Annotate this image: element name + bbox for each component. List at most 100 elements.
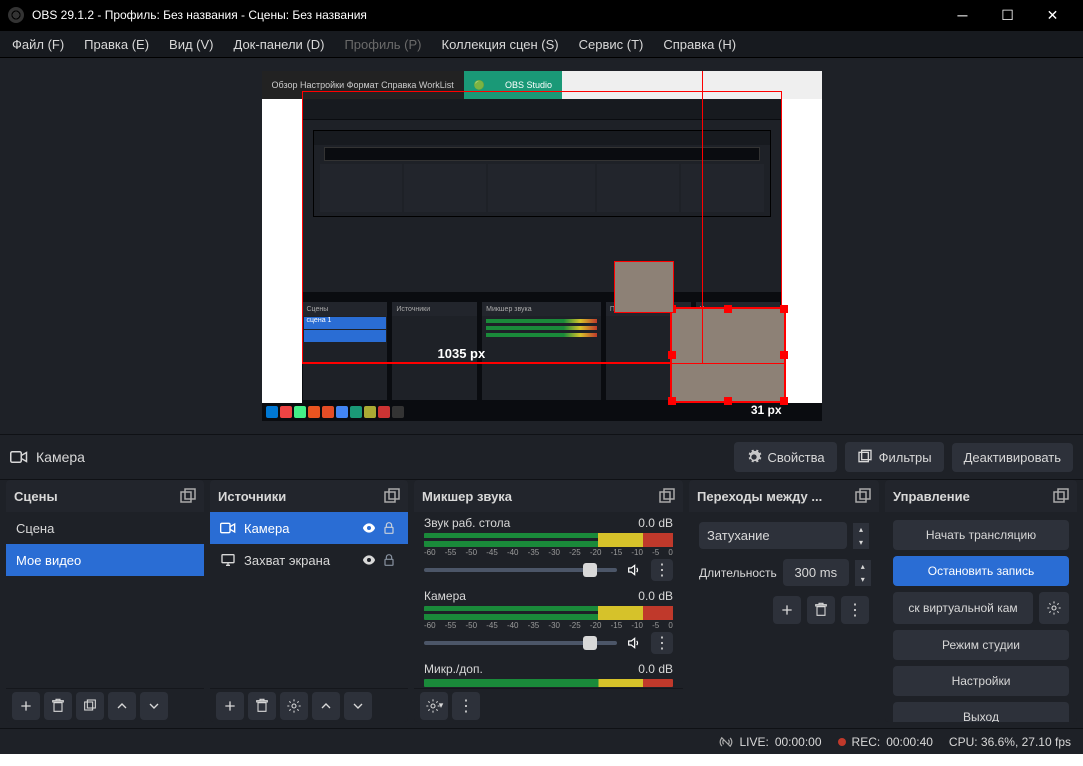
trash-icon	[254, 698, 270, 714]
menu-docks[interactable]: Док-панели (D)	[226, 33, 333, 56]
panel-title: Управление	[893, 489, 970, 504]
preview-area[interactable]: Обзор Настройки Формат Справка WorkList …	[0, 58, 1083, 434]
preview-canvas[interactable]: Обзор Настройки Формат Справка WorkList …	[262, 71, 822, 421]
source-item-camera[interactable]: Камера	[210, 512, 408, 544]
eye-icon	[361, 520, 377, 536]
panel-sources: Источники Камера З	[210, 480, 408, 722]
virtual-camera-button[interactable]: ск виртуальной кам	[893, 592, 1033, 624]
lock-icon	[381, 552, 397, 568]
channel-menu-button[interactable]: ⋮	[651, 559, 673, 581]
mixer-channel: Звук раб. стола0.0 dB -60-55-50-45-40-35…	[424, 516, 673, 581]
dock-popout-icon[interactable]	[180, 488, 196, 504]
source-item-display[interactable]: Захват экрана	[210, 544, 408, 576]
stop-record-button[interactable]: Остановить запись	[893, 556, 1069, 586]
menu-help[interactable]: Справка (H)	[655, 33, 744, 56]
panel-title: Сцены	[14, 489, 58, 504]
properties-button[interactable]: Свойства	[734, 442, 837, 472]
scene-item[interactable]: Сцена	[6, 512, 204, 544]
camera-icon	[10, 450, 28, 464]
transition-stepper[interactable]: ▴▾	[853, 523, 869, 549]
remove-transition-button[interactable]	[807, 596, 835, 624]
scene-filters-button[interactable]	[76, 692, 104, 720]
vu-meter	[424, 606, 673, 620]
mute-button[interactable]	[625, 562, 643, 578]
speaker-icon	[626, 562, 642, 578]
recording-indicator-icon	[838, 738, 846, 746]
source-properties-button[interactable]	[280, 692, 308, 720]
mixer-settings-button[interactable]: ▾	[420, 692, 448, 720]
plus-icon	[18, 698, 34, 714]
display-icon	[220, 552, 236, 568]
studio-mode-button[interactable]: Режим студии	[893, 630, 1069, 660]
context-bar: Камера Свойства Фильтры Деактивировать	[0, 434, 1083, 480]
start-stream-button[interactable]: Начать трансляцию	[893, 520, 1069, 550]
transition-menu-button[interactable]: ⋮	[841, 596, 869, 624]
move-up-button[interactable]	[312, 692, 340, 720]
move-up-button[interactable]	[108, 692, 136, 720]
close-button[interactable]: ✕	[1030, 0, 1075, 30]
panel-scenes: Сцены Сцена Мое видео	[6, 480, 204, 722]
exit-button[interactable]: Выход	[893, 702, 1069, 722]
mixer-menu-button[interactable]: ⋮	[452, 692, 480, 720]
scene-list: Сцена Мое видео	[6, 512, 204, 688]
scene-item[interactable]: Мое видео	[6, 544, 204, 576]
add-source-button[interactable]	[216, 692, 244, 720]
move-down-button[interactable]	[140, 692, 168, 720]
dock-panels: Сцены Сцена Мое видео Источники	[0, 480, 1083, 728]
channel-db: 0.0 dB	[638, 662, 673, 676]
add-transition-button[interactable]	[773, 596, 801, 624]
camera-icon	[220, 520, 236, 536]
menu-edit[interactable]: Правка (E)	[76, 33, 157, 56]
rec-time: 00:00:40	[886, 735, 933, 749]
plus-icon	[222, 698, 238, 714]
vu-meter	[424, 533, 673, 547]
cam-height-label: 31 px	[751, 403, 782, 417]
volume-slider[interactable]	[424, 568, 617, 572]
status-bar: LIVE: 00:00:00 REC: 00:00:40 CPU: 36.6%,…	[0, 728, 1083, 754]
duration-input[interactable]: 300 ms	[783, 559, 849, 586]
rec-label: REC:	[852, 735, 881, 749]
virtual-camera-settings[interactable]	[1039, 592, 1069, 624]
filters-button[interactable]: Фильтры	[845, 442, 944, 472]
source-list: Камера Захват экрана	[210, 512, 408, 688]
gear-icon	[286, 698, 302, 714]
menu-profile[interactable]: Профиль (P)	[336, 33, 429, 56]
visibility-toggle[interactable]	[360, 551, 378, 569]
dock-popout-icon[interactable]	[384, 488, 400, 504]
channel-label: Камера	[424, 589, 466, 603]
gear-icon	[1046, 600, 1062, 616]
eye-icon	[361, 552, 377, 568]
menu-file[interactable]: Файл (F)	[4, 33, 72, 56]
volume-slider[interactable]	[424, 641, 617, 645]
maximize-button[interactable]: ☐	[985, 0, 1030, 30]
add-scene-button[interactable]	[12, 692, 40, 720]
speaker-icon	[626, 635, 642, 651]
menu-service[interactable]: Сервис (T)	[571, 33, 652, 56]
mute-button[interactable]	[625, 635, 643, 651]
menu-view[interactable]: Вид (V)	[161, 33, 221, 56]
duration-stepper[interactable]: ▴▾	[855, 560, 871, 586]
deactivate-button[interactable]: Деактивировать	[952, 443, 1073, 472]
channel-label: Микр./доп.	[424, 662, 483, 676]
panel-controls: Управление Начать трансляцию Остановить …	[885, 480, 1077, 722]
dock-popout-icon[interactable]	[1053, 488, 1069, 504]
menu-scene-collection[interactable]: Коллекция сцен (S)	[434, 33, 567, 56]
mixer-channel: Микр./доп. 0.0 dB	[424, 662, 673, 687]
minimize-button[interactable]: ─	[940, 0, 985, 30]
visibility-toggle[interactable]	[360, 519, 378, 537]
remove-scene-button[interactable]	[44, 692, 72, 720]
lock-toggle[interactable]	[380, 519, 398, 537]
dock-popout-icon[interactable]	[659, 488, 675, 504]
transition-select[interactable]: Затухание	[699, 522, 847, 549]
gear-icon	[746, 449, 762, 465]
broadcast-off-icon	[719, 735, 733, 749]
dock-popout-icon[interactable]	[855, 488, 871, 504]
chevron-down-icon	[350, 698, 366, 714]
channel-menu-button[interactable]: ⋮	[651, 632, 673, 654]
move-down-button[interactable]	[344, 692, 372, 720]
obs-logo-icon	[8, 7, 24, 23]
filters-icon	[857, 449, 873, 465]
remove-source-button[interactable]	[248, 692, 276, 720]
settings-button[interactable]: Настройки	[893, 666, 1069, 696]
lock-toggle[interactable]	[380, 551, 398, 569]
